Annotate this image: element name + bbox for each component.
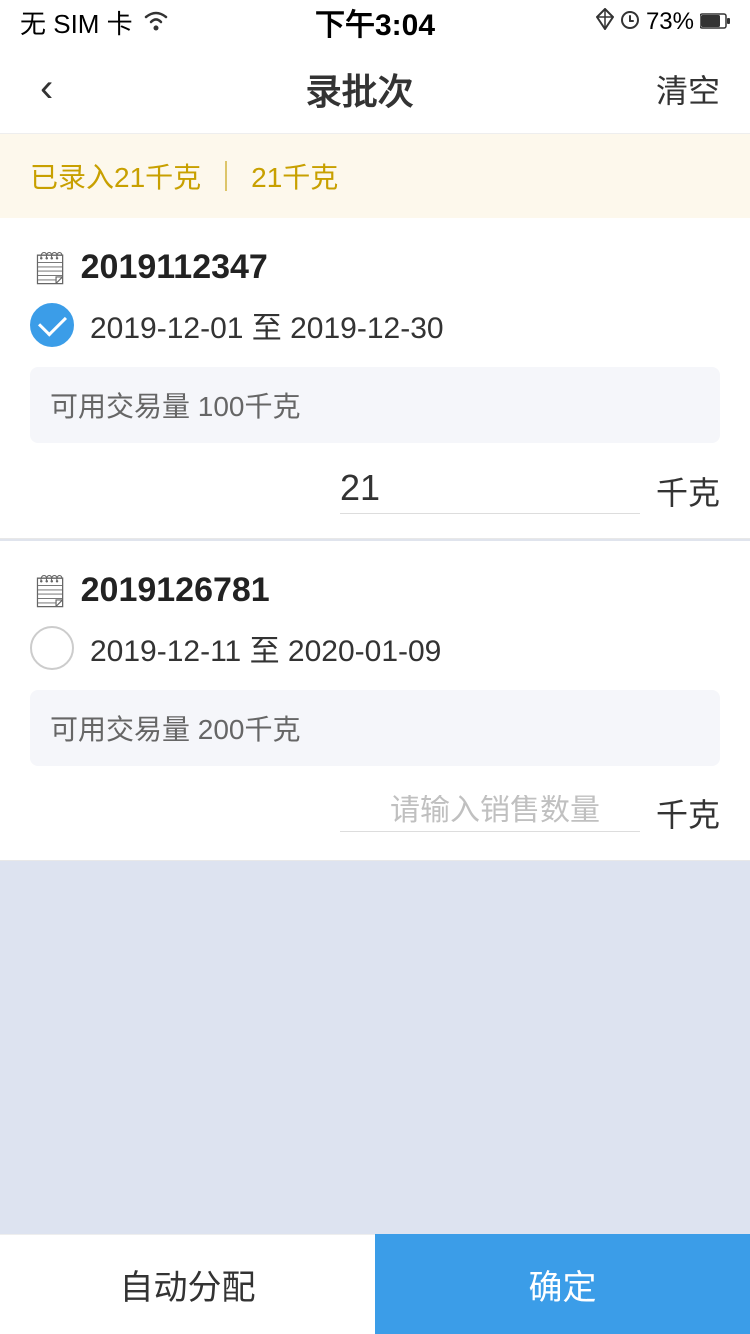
input-row-2: 千克 (0, 766, 750, 861)
status-time: 下午3:04 (315, 0, 435, 44)
recorded-label: 已录入21千克 (30, 156, 201, 196)
batch-id-icon-1: 🗒 (30, 249, 71, 287)
batch-id-icon-2: 🗒 (30, 572, 71, 610)
input-underline-2[interactable] (340, 795, 640, 832)
batch-date-row-2[interactable]: 2019-12-11 至 2020-01-09 (30, 626, 720, 670)
status-right: 73% (596, 8, 730, 37)
confirm-button[interactable]: 确定 (375, 1234, 750, 1334)
batch-card-2: 🗒 2019126781 2019-12-11 至 2020-01-09 可用交… (0, 541, 750, 766)
input-underline-1: 21 (340, 467, 640, 514)
batch-date-1: 2019-12-01 至 2019-12-30 (90, 303, 444, 347)
summary-divider (225, 161, 227, 191)
bottom-bar: 自动分配 确定 (0, 1234, 750, 1334)
content-area: 🗒 2019112347 2019-12-01 至 2019-12-30 可用交… (0, 218, 750, 1334)
batch-card-1: 🗒 2019112347 2019-12-01 至 2019-12-30 可用交… (0, 218, 750, 443)
value-display-1: 21 (340, 467, 380, 508)
batch-id-2: 2019126781 (81, 571, 270, 610)
quantity-input-2[interactable] (340, 795, 600, 827)
input-unit-2: 千克 (656, 790, 720, 836)
batch-header-2: 🗒 2019126781 (30, 571, 720, 610)
page-title: 录批次 (306, 63, 414, 115)
status-left: 无 SIM 卡 (20, 4, 171, 41)
battery-icon (700, 8, 730, 36)
carrier-text: 无 SIM 卡 (20, 4, 133, 41)
batch-availability-2: 可用交易量 200千克 (30, 690, 720, 766)
radio-button-2[interactable] (30, 626, 74, 670)
nav-bar: ‹ 录批次 清空 (0, 44, 750, 134)
alarm-icon (620, 8, 640, 37)
input-unit-1: 千克 (656, 468, 720, 514)
auto-distribute-button[interactable]: 自动分配 (0, 1234, 375, 1334)
wifi-icon (141, 7, 171, 38)
input-row-1: 21 千克 (0, 443, 750, 539)
batch-date-2: 2019-12-11 至 2020-01-09 (90, 626, 441, 670)
batch-id-1: 2019112347 (81, 248, 268, 287)
batch-header-1: 🗒 2019112347 (30, 248, 720, 287)
summary-bar: 已录入21千克 21千克 (0, 134, 750, 218)
radio-button-1[interactable] (30, 303, 74, 347)
total-label: 21千克 (251, 156, 338, 196)
location-icon (596, 8, 614, 37)
back-button[interactable]: ‹ (30, 56, 63, 121)
batch-availability-1: 可用交易量 100千克 (30, 367, 720, 443)
status-bar: 无 SIM 卡 下午3:04 (0, 0, 750, 44)
batch-date-row-1[interactable]: 2019-12-01 至 2019-12-30 (30, 303, 720, 347)
battery-percentage: 73% (646, 8, 694, 36)
clear-button[interactable]: 清空 (656, 66, 720, 112)
